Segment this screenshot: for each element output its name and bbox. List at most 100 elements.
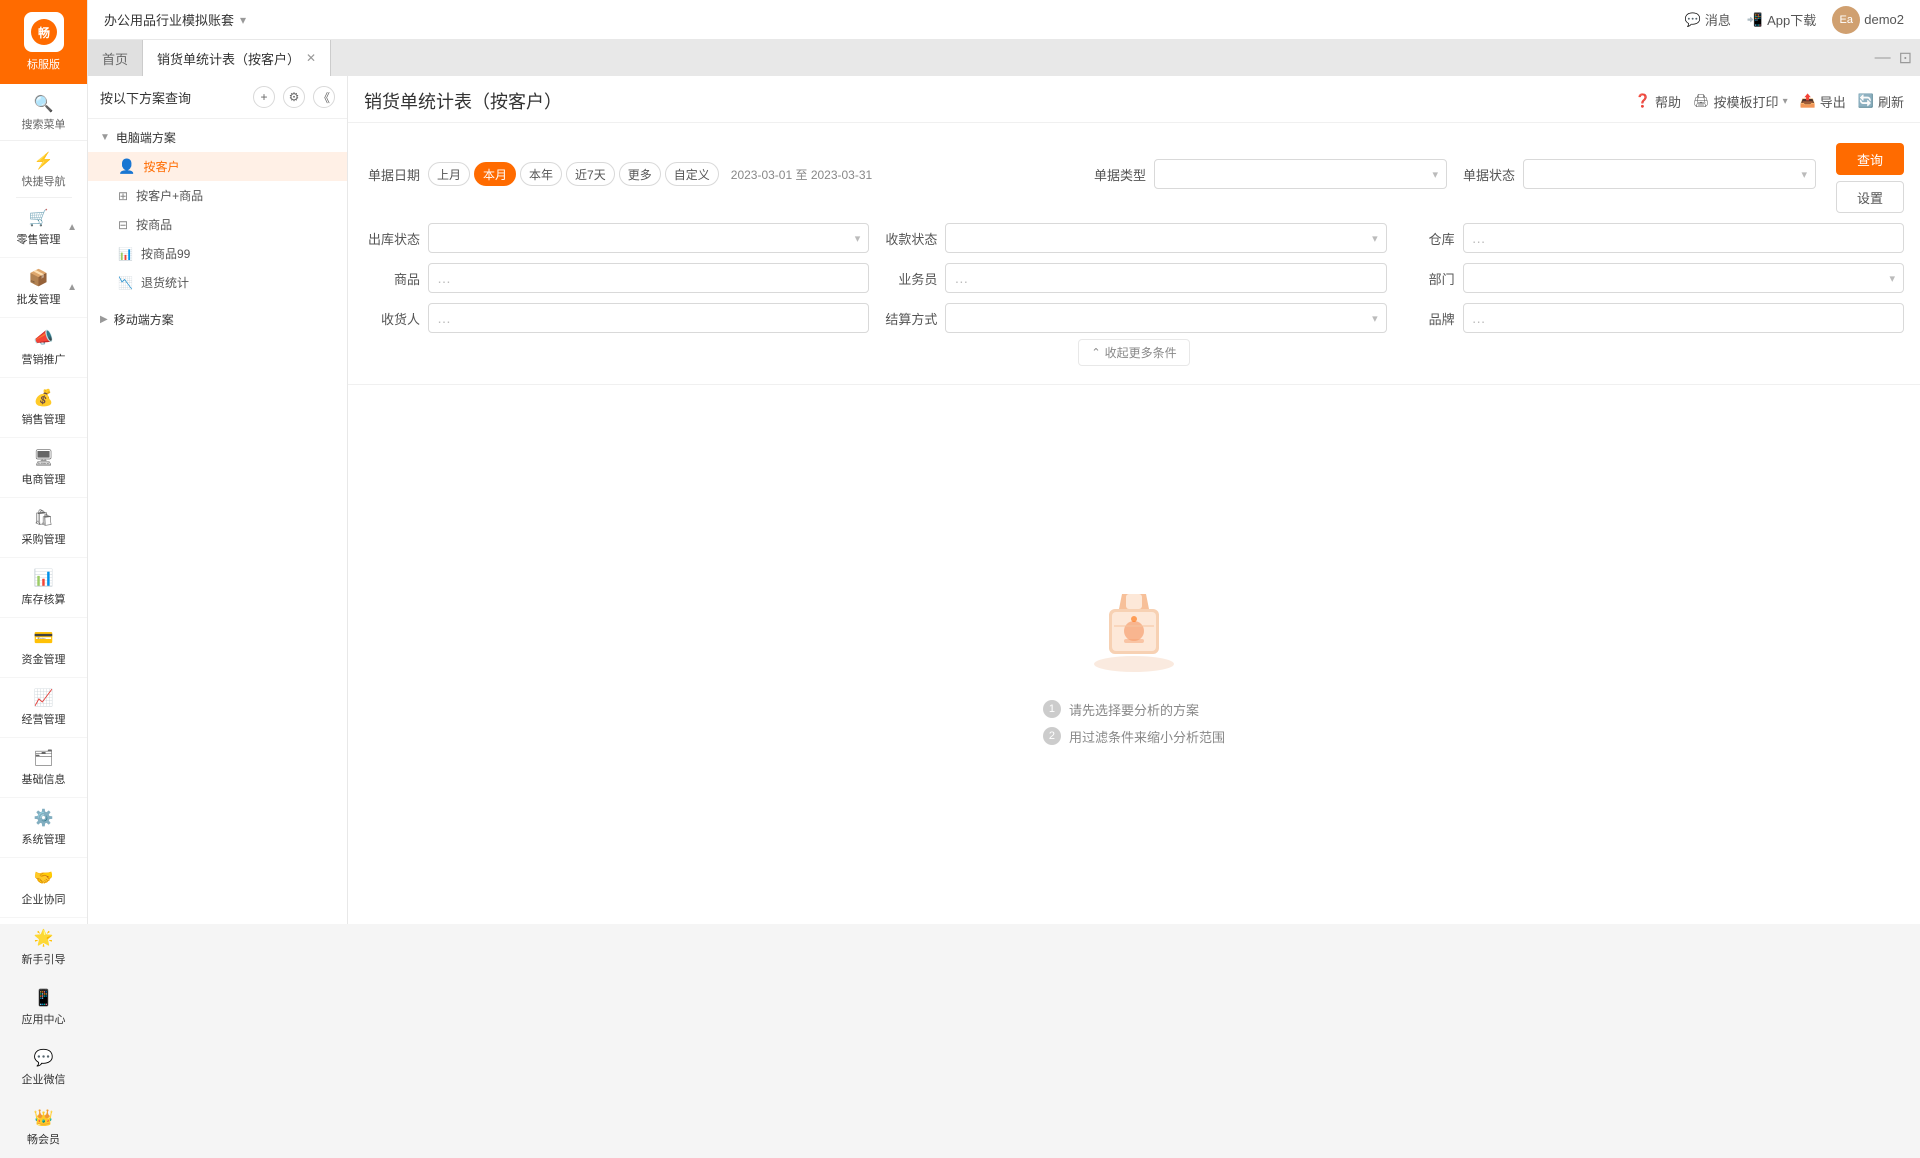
sidebar-item-basic[interactable]: 🗂 基础信息: [0, 738, 87, 798]
bill-status-input[interactable]: ▾: [1523, 159, 1816, 189]
tip-text-2: 用过滤条件来缩小分析范围: [1069, 727, 1225, 746]
sidebar-item-retail[interactable]: 🛒 零售管理 ▲: [0, 198, 87, 258]
sidebar-item-operations[interactable]: 📈 经营管理: [0, 678, 87, 738]
out-status-input[interactable]: ▾: [428, 223, 869, 253]
add-scheme-button[interactable]: +: [253, 86, 275, 108]
date-btn-this-month[interactable]: 本月: [474, 162, 516, 186]
brand-input[interactable]: …: [1463, 303, 1904, 333]
desktop-group-arrow-icon: ▼: [100, 132, 110, 143]
export-action[interactable]: 📤 导出: [1800, 92, 1846, 111]
salesperson-input[interactable]: …: [945, 263, 1386, 293]
scheme-return-stats-label: 退货统计: [141, 274, 189, 291]
settlement-input[interactable]: ▾: [945, 303, 1386, 333]
scheme-by-product-label: 按商品: [136, 216, 172, 233]
mobile-scheme-group: ▶ 移动端方案: [88, 301, 347, 338]
product99-icon: 📊: [118, 247, 133, 261]
scheme-by-product-99-label: 按商品99: [141, 245, 190, 262]
filter-fields: 单据日期 上月 本月 本年 近7天 更多 自定义 2023-03-01 至 20…: [364, 135, 1904, 333]
tab-maximize-icon[interactable]: ⊡: [1899, 48, 1912, 68]
date-btn-last-month[interactable]: 上月: [428, 162, 470, 186]
date-btn-last-7days[interactable]: 近7天: [566, 162, 615, 186]
scheme-item-by-customer[interactable]: 👤 按客户: [88, 152, 347, 181]
sidebar-item-newbie[interactable]: 🌟 新手引导: [0, 918, 87, 978]
scheme-item-by-customer-product[interactable]: ⊞ 按客户+商品: [88, 181, 347, 210]
sidebar-search[interactable]: 🔍 搜索菜单: [0, 84, 87, 141]
desktop-group-header[interactable]: ▼ 电脑端方案: [88, 123, 347, 152]
sidebar-item-purchase[interactable]: 🛍 采购管理: [0, 498, 87, 558]
desktop-scheme-group: ▼ 电脑端方案 👤 按客户 ⊞ 按客户+商品 ⊟ 按商品 📊 按: [88, 119, 347, 301]
filter-brand: 品牌 …: [1399, 303, 1904, 333]
app-title: 办公用品行业模拟账套 ▾: [104, 10, 246, 29]
left-panel-title: 按以下方案查询: [100, 88, 191, 107]
sidebar-item-system[interactable]: ⚙️ 系统管理: [0, 798, 87, 858]
sidebar-item-sales[interactable]: 💰 销售管理: [0, 378, 87, 438]
filter-receipt-status: 收款状态 ▾: [881, 223, 1386, 253]
filter-section: 单据日期 上月 本月 本年 近7天 更多 自定义 2023-03-01 至 20…: [364, 135, 1904, 333]
filter-row-3: 商品 … 业务员 …: [364, 263, 1904, 293]
scheme-item-by-product-99[interactable]: 📊 按商品99: [88, 239, 347, 268]
mobile-group-header[interactable]: ▶ 移动端方案: [88, 305, 347, 334]
filter-recipient: 收货人 …: [364, 303, 869, 333]
receipt-status-label: 收款状态: [881, 229, 937, 248]
retail-arrow-icon: ▲: [67, 222, 77, 233]
content-area: 按以下方案查询 + ⚙ 《 ▼ 电脑端方案: [88, 76, 1920, 924]
tab-close-icon[interactable]: ✕: [306, 51, 316, 65]
warehouse-input[interactable]: …: [1463, 223, 1904, 253]
tab-minimize-icon[interactable]: —: [1875, 49, 1891, 67]
sidebar-item-inventory[interactable]: 📊 库存核算: [0, 558, 87, 618]
sidebar-logo[interactable]: 畅 标服版: [0, 0, 87, 84]
date-range: 2023-03-01 至 2023-03-31: [731, 166, 872, 183]
title-dropdown-icon[interactable]: ▾: [240, 13, 246, 27]
gear-icon: ⚙: [289, 90, 300, 104]
collapse-panel-button[interactable]: 《: [313, 86, 335, 108]
sidebar-item-enterprise[interactable]: 🤝 企业协同: [0, 858, 87, 918]
message-action[interactable]: 💬 消息: [1685, 10, 1731, 29]
bill-type-dropdown-icon: ▾: [1432, 168, 1438, 181]
sidebar-item-member[interactable]: 👑 畅会员: [0, 1098, 87, 1158]
date-btn-custom[interactable]: 自定义: [665, 162, 719, 186]
sidebar-item-finance[interactable]: 💳 资金管理: [0, 618, 87, 678]
scheme-item-return-stats[interactable]: 📉 退货统计: [88, 268, 347, 297]
help-icon: ❓: [1635, 93, 1651, 109]
filter-settlement: 结算方式 ▾: [881, 303, 1386, 333]
print-action[interactable]: 🖨 按模板打印 ▾: [1693, 92, 1788, 111]
date-btn-this-year[interactable]: 本年: [520, 162, 562, 186]
collapse-label: 收起更多条件: [1105, 344, 1177, 361]
tab-home[interactable]: 首页: [88, 40, 143, 76]
print-icon: 🖨: [1693, 93, 1710, 109]
refresh-action[interactable]: 🔄 刷新: [1858, 92, 1904, 111]
sidebar-quick-nav[interactable]: ⚡ 快捷导航: [16, 141, 72, 198]
settings-button[interactable]: 设置: [1836, 181, 1904, 213]
app-title-text: 办公用品行业模拟账套: [104, 10, 234, 29]
bill-type-input[interactable]: ▾: [1154, 159, 1447, 189]
app-download-action[interactable]: 📲 App下载: [1747, 10, 1816, 29]
department-input[interactable]: ▾: [1463, 263, 1904, 293]
scheme-item-by-product[interactable]: ⊟ 按商品: [88, 210, 347, 239]
receipt-status-dropdown-icon: ▾: [1372, 232, 1378, 245]
date-btn-more[interactable]: 更多: [619, 162, 661, 186]
collapse-filters-button[interactable]: ⌃ 收起更多条件: [1078, 339, 1189, 366]
sidebar-item-wholesale[interactable]: 📦 批发管理 ▲: [0, 258, 87, 318]
sidebar-item-marketing[interactable]: 📣 营销推广: [0, 318, 87, 378]
user-profile[interactable]: Ea demo2: [1832, 6, 1904, 34]
settings-scheme-button[interactable]: ⚙: [283, 86, 305, 108]
tip-num-1: 1: [1043, 700, 1061, 718]
filter-area: 单据日期 上月 本月 本年 近7天 更多 自定义 2023-03-01 至 20…: [348, 123, 1920, 385]
receipt-status-input[interactable]: ▾: [945, 223, 1386, 253]
tab-sales-stats[interactable]: 销货单统计表（按客户） ✕: [143, 40, 331, 76]
filter-bill-type: 单据类型 ▾: [1090, 159, 1447, 189]
collapse-chevron-icon: ⌃: [1091, 346, 1100, 359]
sidebar-item-appstore[interactable]: 📱 应用中心: [0, 978, 87, 1038]
sales-stats-tab-label: 销货单统计表（按客户）: [157, 49, 300, 68]
recipient-input[interactable]: …: [428, 303, 869, 333]
quick-nav-label: 快捷导航: [22, 173, 66, 189]
help-action[interactable]: ❓ 帮助: [1635, 92, 1681, 111]
bill-type-label: 单据类型: [1090, 165, 1146, 184]
filter-out-status: 出库状态 ▾: [364, 223, 869, 253]
return-stats-icon: 📉: [118, 276, 133, 290]
date-btn-group: 上月 本月 本年 近7天 更多 自定义: [428, 162, 719, 186]
product-input[interactable]: …: [428, 263, 869, 293]
query-button[interactable]: 查询: [1836, 143, 1904, 175]
sidebar-item-ecommerce[interactable]: 🖥 电商管理: [0, 438, 87, 498]
sidebar-item-wechat[interactable]: 💬 企业微信: [0, 1038, 87, 1098]
